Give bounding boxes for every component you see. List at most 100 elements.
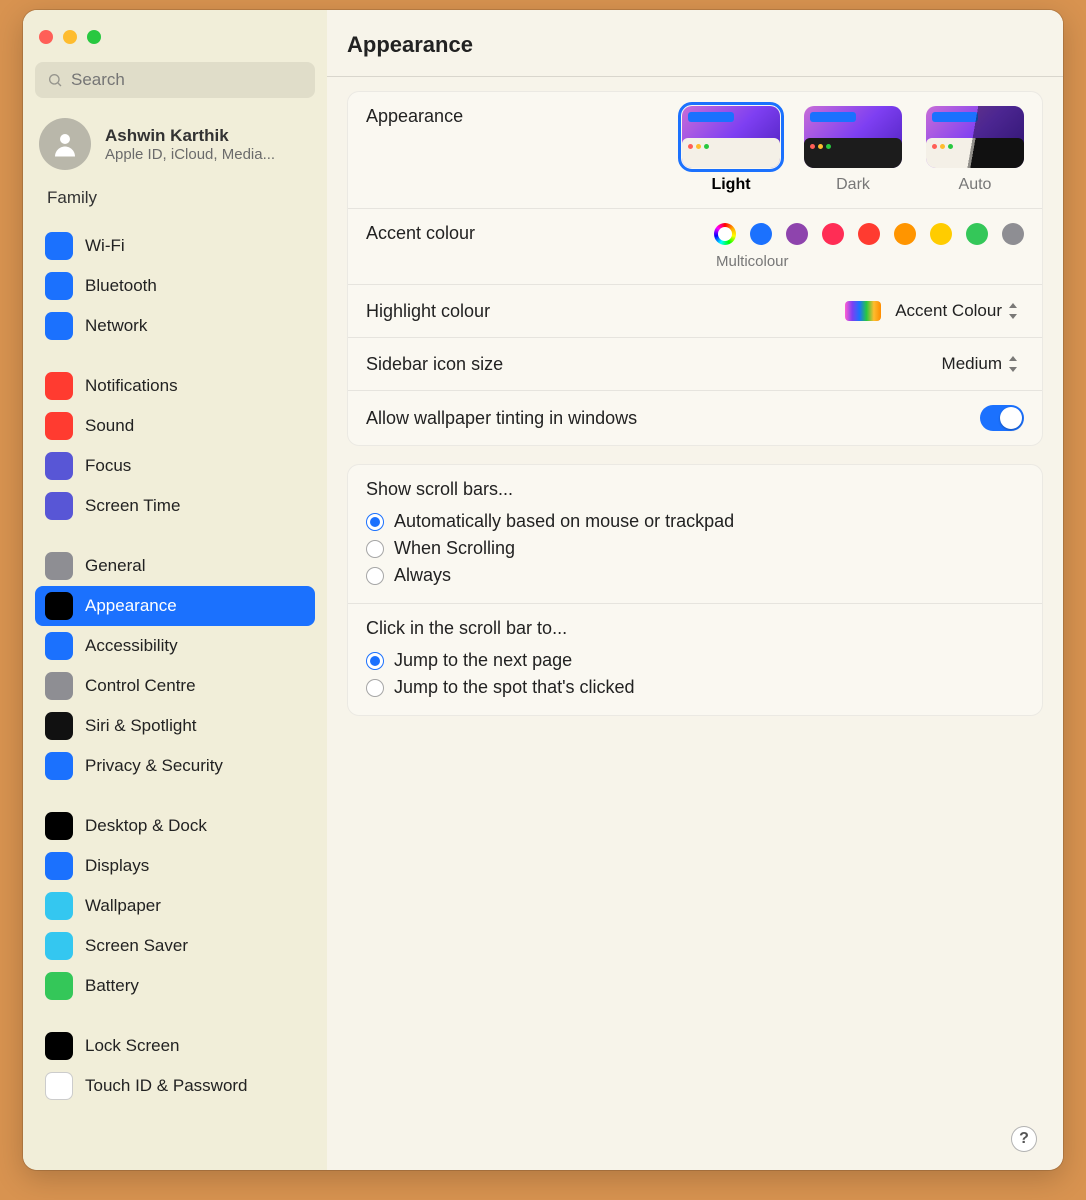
chevron-updown-icon	[1008, 303, 1018, 319]
sidebar-item-label: Focus	[85, 456, 131, 476]
sidebar-item-battery[interactable]: Battery	[35, 966, 315, 1006]
radio-label: Automatically based on mouse or trackpad	[394, 511, 734, 532]
sidebar-item-icon	[45, 632, 73, 660]
sidebar-item-bluetooth[interactable]: Bluetooth	[35, 266, 315, 306]
minimize-window-button[interactable]	[63, 30, 77, 44]
sidebar-item-desktop-dock[interactable]: Desktop & Dock	[35, 806, 315, 846]
chevron-updown-icon	[1008, 356, 1018, 372]
sidebar-item-notifications[interactable]: Notifications	[35, 366, 315, 406]
appearance-option-label: Light	[682, 176, 780, 194]
radio-button[interactable]	[366, 679, 384, 697]
appearance-option-light[interactable]: Light	[682, 106, 780, 194]
scroll-card: Show scroll bars... Automatically based …	[347, 464, 1043, 716]
sidebar-item-siri-spotlight[interactable]: Siri & Spotlight	[35, 706, 315, 746]
sidebar-item-general[interactable]: General	[35, 546, 315, 586]
sidebar-item-icon	[45, 672, 73, 700]
sidebar-item-label: Siri & Spotlight	[85, 716, 197, 736]
appearance-option-dark[interactable]: Dark	[804, 106, 902, 194]
appearance-preview-image	[682, 106, 780, 168]
sidebar-item-privacy-security[interactable]: Privacy & Security	[35, 746, 315, 786]
scrollclick-option[interactable]: Jump to the spot that's clicked	[366, 674, 1024, 701]
sidebar-item-icon	[45, 892, 73, 920]
sidebar-item-family[interactable]: Family	[47, 188, 303, 208]
radio-label: Jump to the next page	[394, 650, 572, 671]
appearance-option-label: Auto	[926, 176, 1024, 194]
search-field[interactable]	[35, 62, 315, 98]
radio-button[interactable]	[366, 652, 384, 670]
sidebar-item-label: Bluetooth	[85, 276, 157, 296]
user-name: Ashwin Karthik	[105, 126, 275, 146]
sidebar-item-icon	[45, 452, 73, 480]
sidebar-item-label: Screen Time	[85, 496, 180, 516]
wallpaper-tinting-toggle[interactable]	[980, 405, 1024, 431]
accent-swatch-1b71fe[interactable]	[750, 223, 772, 245]
sidebar-item-icon	[45, 1032, 73, 1060]
sidebar-item-label: Wi-Fi	[85, 236, 125, 256]
accent-swatch-multicolour[interactable]	[714, 223, 736, 245]
sidebar-item-icon	[45, 592, 73, 620]
sidebar-item-appearance[interactable]: Appearance	[35, 586, 315, 626]
search-input[interactable]	[71, 70, 303, 90]
page-title: Appearance	[327, 10, 1063, 77]
scrollbars-option[interactable]: Always	[366, 562, 1024, 589]
scrollclick-option[interactable]: Jump to the next page	[366, 647, 1024, 674]
sidebar-item-screen-saver[interactable]: Screen Saver	[35, 926, 315, 966]
sidebar-item-displays[interactable]: Displays	[35, 846, 315, 886]
sidebar-item-screen-time[interactable]: Screen Time	[35, 486, 315, 526]
sidebar-item-icon	[45, 312, 73, 340]
sidebar-item-wi-fi[interactable]: Wi-Fi	[35, 226, 315, 266]
sidebar-item-control-centre[interactable]: Control Centre	[35, 666, 315, 706]
accent-swatches	[714, 223, 1024, 245]
sidebar-item-focus[interactable]: Focus	[35, 446, 315, 486]
radio-label: Always	[394, 565, 451, 586]
user-subtitle: Apple ID, iCloud, Media...	[105, 146, 275, 163]
sidebar-item-lock-screen[interactable]: Lock Screen	[35, 1026, 315, 1066]
accent-swatch-8e8e93[interactable]	[1002, 223, 1024, 245]
appearance-label: Appearance	[366, 106, 463, 127]
accent-swatch-34c759[interactable]	[966, 223, 988, 245]
accent-label: Accent colour	[366, 223, 475, 244]
highlight-value: Accent Colour	[895, 301, 1002, 321]
scrollbars-option[interactable]: When Scrolling	[366, 535, 1024, 562]
accent-swatch-ff9500[interactable]	[894, 223, 916, 245]
sidebar-item-network[interactable]: Network	[35, 306, 315, 346]
close-window-button[interactable]	[39, 30, 53, 44]
sidebar-item-label: Accessibility	[85, 636, 178, 656]
sidebar-item-icon	[45, 932, 73, 960]
sidebar-icon-size-select[interactable]: Medium	[936, 352, 1024, 376]
sidebar-item-touch-id-password[interactable]: Touch ID & Password	[35, 1066, 315, 1106]
accent-swatch-ff3b30[interactable]	[858, 223, 880, 245]
accent-swatch-ffcc00[interactable]	[930, 223, 952, 245]
sidebar-icon-size-value: Medium	[942, 354, 1002, 374]
sidebar-item-label: Screen Saver	[85, 936, 188, 956]
radio-button[interactable]	[366, 513, 384, 531]
sidebar-item-sound[interactable]: Sound	[35, 406, 315, 446]
sidebar-item-label: Desktop & Dock	[85, 816, 207, 836]
sidebar-item-label: Wallpaper	[85, 896, 161, 916]
sidebar-item-label: Appearance	[85, 596, 177, 616]
scrollbars-option[interactable]: Automatically based on mouse or trackpad	[366, 508, 1024, 535]
sidebar-item-label: Privacy & Security	[85, 756, 223, 776]
radio-label: When Scrolling	[394, 538, 515, 559]
help-button[interactable]: ?	[1011, 1126, 1037, 1152]
appearance-option-auto[interactable]: Auto	[926, 106, 1024, 194]
sidebar-item-label: Network	[85, 316, 147, 336]
radio-button[interactable]	[366, 567, 384, 585]
highlight-preview	[845, 301, 881, 321]
sidebar-item-user[interactable]: Ashwin Karthik Apple ID, iCloud, Media..…	[39, 118, 311, 170]
sidebar-item-icon	[45, 412, 73, 440]
sidebar-item-label: Displays	[85, 856, 149, 876]
radio-label: Jump to the spot that's clicked	[394, 677, 635, 698]
accent-swatch-8e44ad[interactable]	[786, 223, 808, 245]
sidebar-item-wallpaper[interactable]: Wallpaper	[35, 886, 315, 926]
sidebar-item-accessibility[interactable]: Accessibility	[35, 626, 315, 666]
sidebar-item-icon	[45, 712, 73, 740]
radio-button[interactable]	[366, 540, 384, 558]
sidebar-item-icon	[45, 812, 73, 840]
highlight-select[interactable]: Accent Colour	[889, 299, 1024, 323]
scrollbars-title: Show scroll bars...	[366, 479, 1024, 500]
sidebar-item-label: Battery	[85, 976, 139, 996]
content-pane: Appearance Appearance Light Dark Auto Acce…	[327, 10, 1063, 1170]
fullscreen-window-button[interactable]	[87, 30, 101, 44]
accent-swatch-ff2d55[interactable]	[822, 223, 844, 245]
